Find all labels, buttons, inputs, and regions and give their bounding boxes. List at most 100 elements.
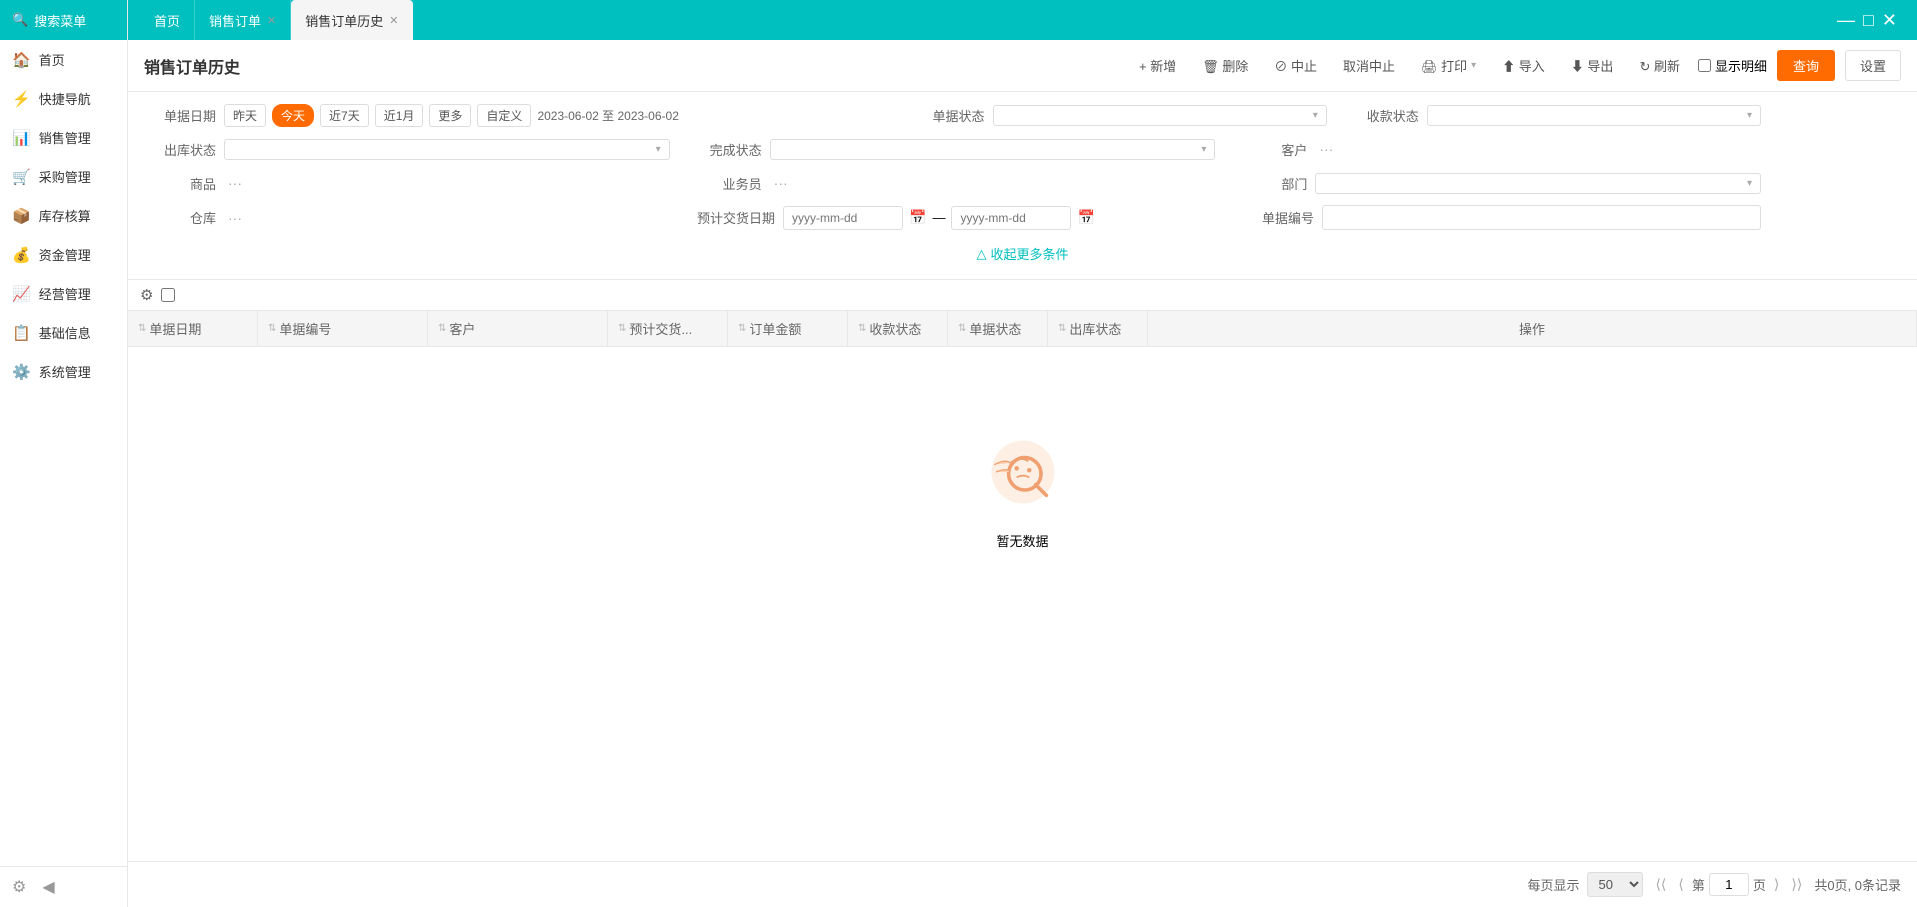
sidebar-item-base[interactable]: 📋 基础信息	[0, 313, 127, 352]
collapse-label: 收起更多条件	[990, 244, 1068, 263]
sidebar-item-inventory[interactable]: 📦 库存核算	[0, 196, 127, 235]
query-button[interactable]: 查询	[1777, 50, 1835, 81]
system-icon: ⚙️	[12, 363, 31, 381]
out-status-select[interactable]: ▾	[224, 139, 670, 160]
topbar: 首页 销售订单 ✕ 销售订单历史 ✕ — □ ✕	[128, 0, 1917, 40]
next-page-btn[interactable]: ⟩	[1770, 874, 1783, 895]
sort-amount-icon[interactable]: ⇅	[738, 323, 746, 334]
tab-sales-order-history[interactable]: 销售订单历史 ✕	[291, 0, 413, 40]
dept-label: 部门	[1235, 174, 1315, 193]
sort-customer-icon[interactable]: ⇅	[438, 323, 446, 334]
sort-doc-status-icon[interactable]: ⇅	[958, 323, 966, 334]
dept-select[interactable]: ▾	[1315, 173, 1761, 194]
sidebar-search-label: 搜索菜单	[34, 11, 86, 30]
sidebar-item-label: 经营管理	[39, 284, 91, 303]
settings-bottom-icon[interactable]: ⚙	[12, 877, 26, 897]
delete-button[interactable]: 🗑 删除	[1194, 52, 1256, 79]
sort-pay-icon[interactable]: ⇅	[858, 323, 866, 334]
date-7days-btn[interactable]: 近7天	[320, 104, 369, 127]
sort-out-icon[interactable]: ⇅	[1058, 323, 1066, 334]
sort-date-icon[interactable]: ⇅	[138, 323, 146, 334]
page-of-label: 页	[1753, 875, 1766, 894]
sidebar-item-quick-nav[interactable]: ⚡ 快捷导航	[0, 79, 127, 118]
per-page-select[interactable]: 10 20 50 100	[1587, 872, 1643, 897]
date-1month-btn[interactable]: 近1月	[375, 104, 424, 127]
set-button[interactable]: 设置	[1845, 50, 1901, 81]
doc-status-select[interactable]: ▾	[993, 105, 1327, 126]
customer-more-icon[interactable]: ···	[1315, 137, 1337, 161]
warehouse-more-icon[interactable]: ···	[224, 206, 246, 230]
first-page-btn[interactable]: ⟨⟨	[1651, 874, 1670, 895]
table-area: ⚙ ⇅ 单据日期 ⇅ 单据编号 ⇅ 客户 ⇅ 预计交	[128, 280, 1917, 861]
maximize-icon[interactable]: □	[1863, 10, 1874, 31]
print-button[interactable]: 🖨 打印 ▾	[1413, 52, 1484, 79]
refresh-button[interactable]: ↻ 刷新	[1631, 52, 1688, 79]
payment-status-select[interactable]: ▾	[1427, 105, 1761, 126]
purchase-icon: 🛒	[12, 168, 31, 186]
customer-label: 客户	[1235, 140, 1315, 159]
page-number-input[interactable]	[1709, 873, 1749, 896]
date-more-btn[interactable]: 更多	[429, 104, 471, 127]
collapse-btn[interactable]: △ 收起更多条件	[976, 240, 1068, 267]
tab-home[interactable]: 首页	[140, 0, 195, 40]
minimize-icon[interactable]: —	[1837, 10, 1855, 31]
delivery-date-to-input[interactable]	[951, 206, 1071, 230]
th-out-status: ⇅ 出库状态	[1048, 311, 1148, 346]
delivery-date-from-input[interactable]	[783, 206, 903, 230]
new-button[interactable]: + 新增	[1131, 52, 1184, 79]
cancel-stop-button[interactable]: 取消中止	[1335, 52, 1403, 79]
doc-number-input[interactable]	[1322, 205, 1761, 230]
sidebar-item-finance[interactable]: 💰 资金管理	[0, 235, 127, 274]
tab-sales-order-history-close[interactable]: ✕	[389, 14, 398, 27]
collapse-sidebar-icon[interactable]: ◀	[42, 877, 54, 897]
sidebar-item-label: 快捷导航	[39, 89, 91, 108]
select-all-checkbox[interactable]	[161, 288, 175, 302]
th-action-label: 操作	[1519, 319, 1545, 338]
page-nav: ⟨⟨ ⟨ 第 页 ⟩ ⟩⟩	[1651, 873, 1806, 896]
stop-button[interactable]: ⊘ 中止	[1266, 52, 1325, 79]
complete-status-select[interactable]: ▾	[770, 139, 1216, 160]
set-label: 设置	[1860, 59, 1886, 74]
last-page-btn[interactable]: ⟩⟩	[1787, 874, 1806, 895]
sales-icon: 📊	[12, 129, 31, 147]
print-arrow-icon: ▾	[1471, 60, 1476, 71]
import-button[interactable]: ⬆ 导入	[1494, 52, 1553, 79]
payment-status-arrow-icon: ▾	[1747, 110, 1752, 121]
sidebar-item-home[interactable]: 🏠 首页	[0, 40, 127, 79]
dept-control: ▾	[1315, 173, 1761, 194]
page-label: 第	[1692, 875, 1705, 894]
tab-sales-order[interactable]: 销售订单 ✕	[195, 0, 291, 40]
empty-state: 暂无数据	[128, 347, 1917, 630]
delete-label: 🗑 删除	[1202, 56, 1248, 75]
table-header: ⇅ 单据日期 ⇅ 单据编号 ⇅ 客户 ⇅ 预计交货... ⇅ 订单金额	[128, 311, 1917, 347]
sidebar-item-sales[interactable]: 📊 销售管理	[0, 118, 127, 157]
sort-number-icon[interactable]: ⇅	[268, 323, 276, 334]
prev-page-btn[interactable]: ⟨	[1674, 874, 1687, 895]
display-detail-checkbox[interactable]	[1698, 59, 1711, 72]
complete-status-label: 完成状态	[690, 140, 770, 159]
date-today-btn[interactable]: 今天	[272, 104, 314, 127]
goods-more-icon[interactable]: ···	[224, 171, 246, 195]
salesperson-control: ···	[770, 171, 1216, 195]
salesperson-more-icon[interactable]: ···	[770, 171, 792, 195]
search-icon: 🔍	[12, 12, 28, 28]
quicknav-icon: ⚡	[12, 90, 31, 108]
export-button[interactable]: ⬇ 导出	[1563, 52, 1622, 79]
sort-delivery-icon[interactable]: ⇅	[618, 323, 626, 334]
tab-sales-order-close[interactable]: ✕	[267, 14, 276, 27]
close-window-icon[interactable]: ✕	[1882, 10, 1897, 31]
payment-status-control: ▾	[1427, 105, 1761, 126]
th-doc-status-label: 单据状态	[969, 319, 1021, 338]
sidebar-item-system[interactable]: ⚙️ 系统管理	[0, 352, 127, 391]
sidebar-item-purchase[interactable]: 🛒 采购管理	[0, 157, 127, 196]
display-detail-checkbox-group[interactable]: 显示明细	[1698, 56, 1767, 75]
filter-row-2: 出库状态 ▾ 完成状态 ▾ 客户 ···	[144, 137, 1901, 161]
sidebar-search[interactable]: 🔍 搜索菜单	[0, 0, 127, 40]
th-customer: ⇅ 客户	[428, 311, 608, 346]
date-custom-btn[interactable]: 自定义	[477, 104, 531, 127]
calendar-to-icon[interactable]: 📅	[1077, 209, 1094, 226]
table-settings-icon[interactable]: ⚙	[140, 286, 153, 304]
sidebar-item-operation[interactable]: 📈 经营管理	[0, 274, 127, 313]
date-yesterday-btn[interactable]: 昨天	[224, 104, 266, 127]
calendar-from-icon[interactable]: 📅	[909, 209, 926, 226]
